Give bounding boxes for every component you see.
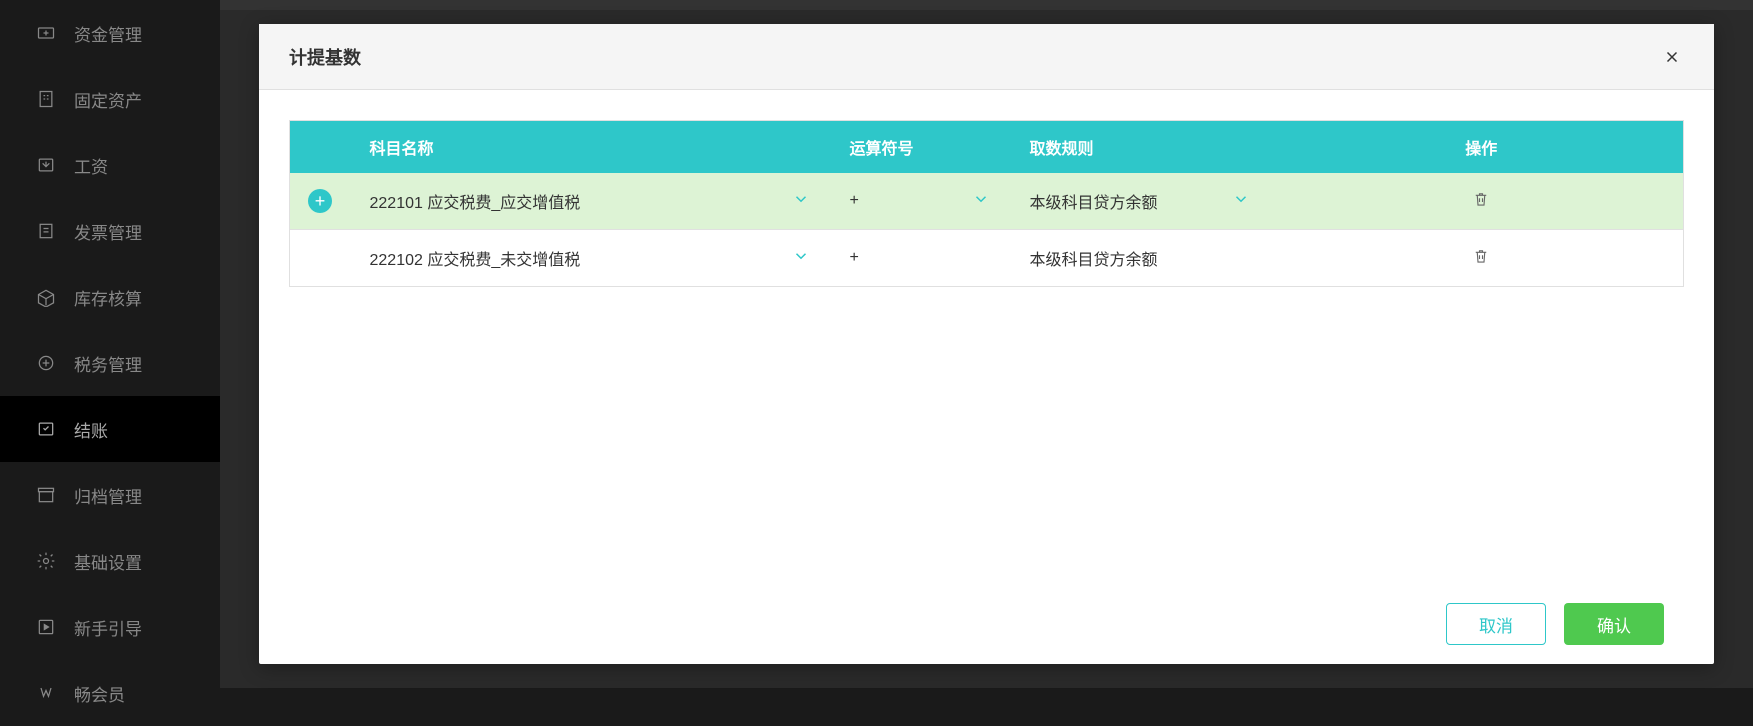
modal-overlay: 计提基数 科目名称 运算符号 取数规则 操作 +222101 应交税费_ xyxy=(220,0,1753,688)
gear-icon xyxy=(36,551,56,571)
sidebar-label: 工资 xyxy=(74,153,108,178)
cell-action xyxy=(1280,173,1684,230)
cell-operator[interactable]: + xyxy=(840,173,1020,230)
sidebar-item-inventory[interactable]: 库存核算 xyxy=(0,264,220,330)
sidebar-label: 发票管理 xyxy=(74,219,142,244)
delete-button[interactable] xyxy=(1472,247,1490,265)
chevron-down-icon[interactable] xyxy=(792,190,810,213)
operator-value: + xyxy=(850,249,859,267)
th-subject: 科目名称 xyxy=(360,121,840,174)
sidebar-label: 资金管理 xyxy=(74,21,142,46)
invoice-icon xyxy=(36,221,56,241)
accrual-table: 科目名称 运算符号 取数规则 操作 +222101 应交税费_应交增值税 + 本级科… xyxy=(289,120,1684,287)
sidebar-label: 固定资产 xyxy=(74,87,142,112)
sidebar-item-funds[interactable]: 资金管理 xyxy=(0,0,220,66)
sidebar-item-vip[interactable]: 畅会员 xyxy=(0,660,220,726)
modal-header: 计提基数 xyxy=(259,24,1714,90)
th-add xyxy=(290,121,360,174)
sidebar-item-invoice[interactable]: 发票管理 xyxy=(0,198,220,264)
guide-icon xyxy=(36,617,56,637)
subject-value: 222101 应交税费_应交增值税 xyxy=(370,189,581,213)
sidebar-item-salary[interactable]: 工资 xyxy=(0,132,220,198)
cell-add: + xyxy=(290,173,360,230)
sidebar-label: 基础设置 xyxy=(74,549,142,574)
cell-add xyxy=(290,230,360,287)
cell-rule[interactable]: 本级科目贷方余额 xyxy=(1020,173,1280,230)
sidebar-label: 新手引导 xyxy=(74,615,142,640)
cancel-button[interactable]: 取消 xyxy=(1446,603,1546,645)
close-button[interactable] xyxy=(1660,45,1684,69)
rule-value: 本级科目贷方余额 xyxy=(1030,189,1158,213)
add-row-button[interactable]: + xyxy=(308,189,332,213)
building-icon xyxy=(36,89,56,109)
operator-value: + xyxy=(850,192,859,210)
cell-subject[interactable]: 222102 应交税费_未交增值税 xyxy=(360,230,840,287)
table-row: +222101 应交税费_应交增值税 + 本级科目贷方余额 xyxy=(290,173,1684,230)
sidebar-label: 结账 xyxy=(74,417,108,442)
cell-rule[interactable]: 本级科目贷方余额 xyxy=(1020,230,1280,287)
sidebar-item-archive[interactable]: 归档管理 xyxy=(0,462,220,528)
money-icon xyxy=(36,23,56,43)
sidebar-label: 税务管理 xyxy=(74,351,142,376)
sidebar-label: 库存核算 xyxy=(74,285,142,310)
rule-value: 本级科目贷方余额 xyxy=(1030,246,1158,270)
inventory-icon xyxy=(36,287,56,307)
delete-button[interactable] xyxy=(1472,190,1490,208)
confirm-button[interactable]: 确认 xyxy=(1564,603,1664,645)
modal-title: 计提基数 xyxy=(289,44,361,70)
salary-icon xyxy=(36,155,56,175)
sidebar-item-closing[interactable]: 结账 xyxy=(0,396,220,462)
sidebar-label: 畅会员 xyxy=(74,681,125,706)
modal-body: 科目名称 运算符号 取数规则 操作 +222101 应交税费_应交增值税 + 本级科… xyxy=(259,90,1714,584)
tax-icon xyxy=(36,353,56,373)
th-action: 操作 xyxy=(1280,121,1684,174)
sidebar-item-tax[interactable]: 税务管理 xyxy=(0,330,220,396)
sidebar-label: 归档管理 xyxy=(74,483,142,508)
cell-subject[interactable]: 222101 应交税费_应交增值税 xyxy=(360,173,840,230)
modal-dialog: 计提基数 科目名称 运算符号 取数规则 操作 +222101 应交税费_ xyxy=(259,24,1714,664)
chevron-down-icon[interactable] xyxy=(1232,190,1250,213)
table-row: 222102 应交税费_未交增值税 + 本级科目贷方余额 xyxy=(290,230,1684,287)
chevron-down-icon[interactable] xyxy=(972,190,990,213)
closing-icon xyxy=(36,419,56,439)
sidebar-item-assets[interactable]: 固定资产 xyxy=(0,66,220,132)
sidebar: 资金管理 固定资产 工资 发票管理 库存核算 税务管理 结账 xyxy=(0,0,220,688)
vip-icon xyxy=(36,683,56,703)
modal-footer: 取消 确认 xyxy=(259,584,1714,664)
sidebar-item-guide[interactable]: 新手引导 xyxy=(0,594,220,660)
cell-operator[interactable]: + xyxy=(840,230,1020,287)
sidebar-item-settings[interactable]: 基础设置 xyxy=(0,528,220,594)
th-operator: 运算符号 xyxy=(840,121,1020,174)
cell-action xyxy=(1280,230,1684,287)
archive-icon xyxy=(36,485,56,505)
subject-value: 222102 应交税费_未交增值税 xyxy=(370,246,581,270)
chevron-down-icon[interactable] xyxy=(792,247,810,270)
th-rule: 取数规则 xyxy=(1020,121,1280,174)
